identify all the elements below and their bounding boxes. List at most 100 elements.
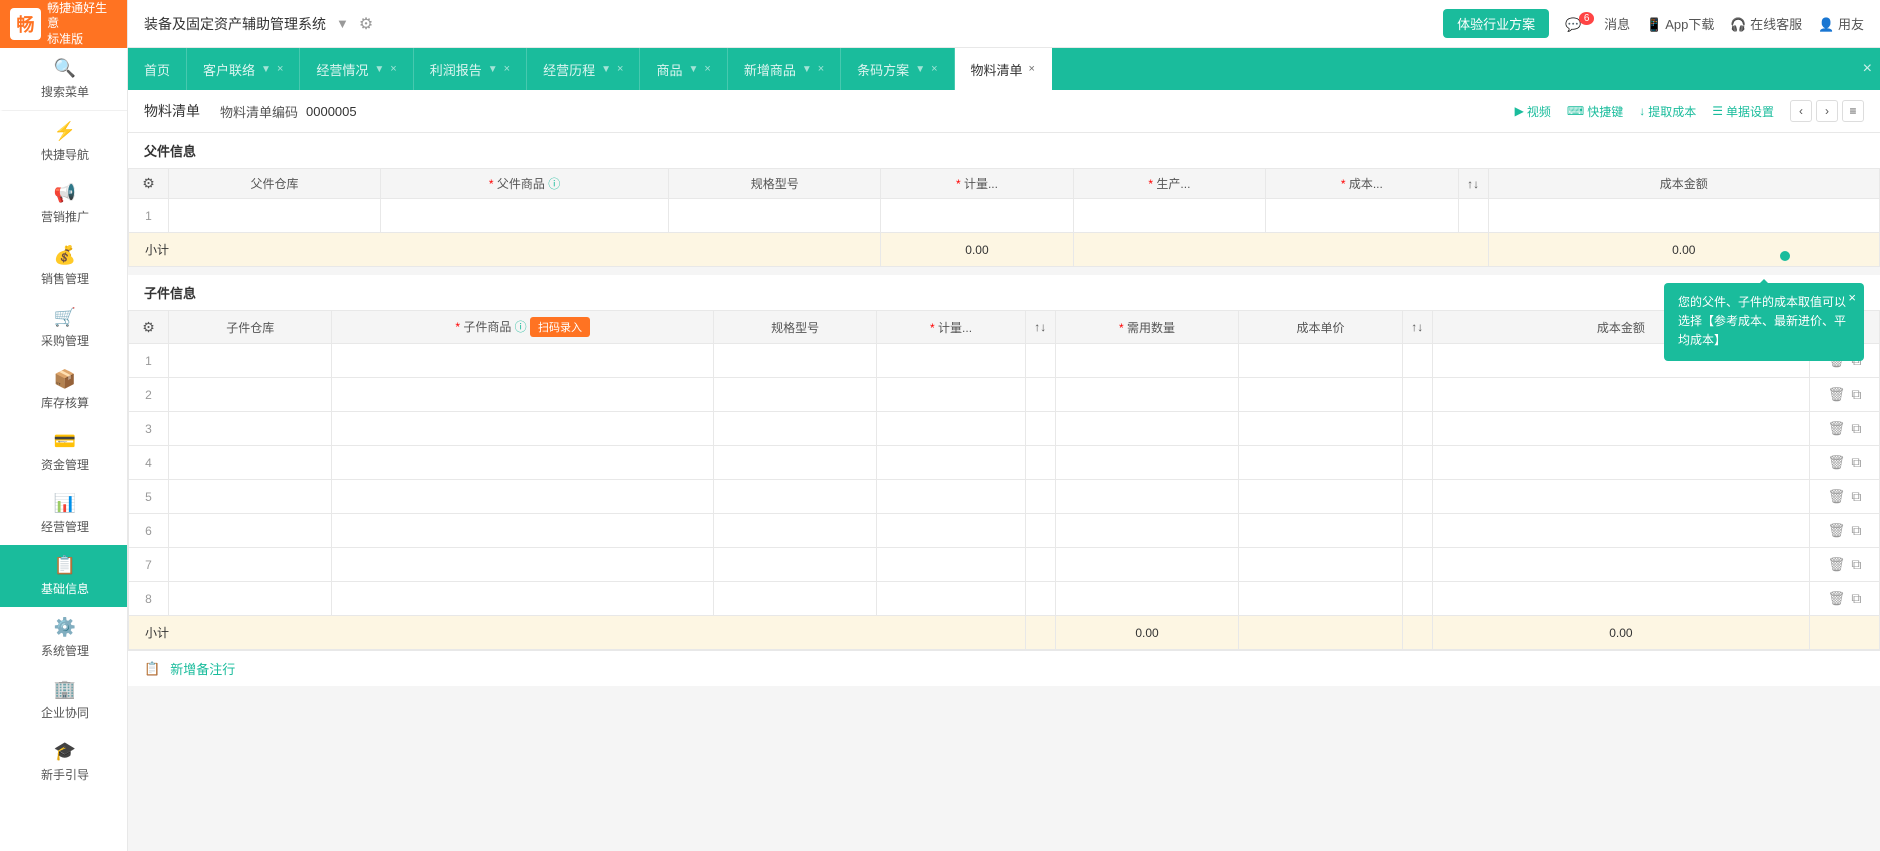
child-unit-cost-cell-1[interactable] bbox=[1239, 344, 1402, 378]
child-warehouse-cell-5[interactable] bbox=[169, 480, 332, 514]
tab-close-barcode[interactable]: × bbox=[931, 63, 937, 75]
child-warehouse-cell-7[interactable] bbox=[169, 548, 332, 582]
search-menu-item[interactable]: 🔍 搜索菜单 bbox=[0, 48, 127, 111]
next-btn[interactable]: › bbox=[1816, 100, 1838, 122]
tab-operation-history[interactable]: 经营历程 ▼ × bbox=[527, 48, 640, 90]
parent-th-settings[interactable]: ⚙ bbox=[129, 169, 169, 199]
copy-icon-7[interactable]: ⧉ bbox=[1851, 556, 1861, 573]
sidebar-item-inventory[interactable]: 📦 库存核算 bbox=[0, 359, 127, 421]
child-qty-cell-3[interactable] bbox=[1055, 412, 1239, 446]
delete-icon-4[interactable]: 🗑 bbox=[1828, 454, 1846, 471]
child-product-cell-7[interactable] bbox=[332, 548, 713, 582]
tab-close-customer[interactable]: × bbox=[277, 63, 283, 75]
extract-cost-action[interactable]: ↓ 提取成本 bbox=[1639, 103, 1696, 120]
delete-icon-7[interactable]: 🗑 bbox=[1828, 556, 1846, 573]
tooltip-close-btn[interactable]: × bbox=[1848, 288, 1856, 309]
shortcut-action[interactable]: ⌨ 快捷键 bbox=[1567, 103, 1623, 120]
child-unit-cell-6[interactable] bbox=[877, 514, 1025, 548]
prev-btn[interactable]: ‹ bbox=[1790, 100, 1812, 122]
sidebar-item-purchase[interactable]: 🛒 采购管理 bbox=[0, 297, 127, 359]
sidebar-item-system[interactable]: ⚙️ 系统管理 bbox=[0, 607, 127, 669]
child-sort-cell-5[interactable] bbox=[1025, 480, 1055, 514]
child-product-cell-5[interactable] bbox=[332, 480, 713, 514]
child-qty-cell-8[interactable] bbox=[1055, 582, 1239, 616]
child-unit-cost-cell-2[interactable] bbox=[1239, 378, 1402, 412]
sidebar-item-enterprise[interactable]: 🏢 企业协同 bbox=[0, 669, 127, 731]
parent-unit-cell[interactable] bbox=[881, 199, 1073, 233]
add-note-label[interactable]: 新增备注行 bbox=[170, 659, 235, 678]
close-all-tabs-btn[interactable]: × bbox=[1863, 60, 1872, 78]
child-product-cell-2[interactable] bbox=[332, 378, 713, 412]
tab-close-profit-report[interactable]: × bbox=[504, 63, 510, 75]
child-spec-cell-4[interactable] bbox=[713, 446, 876, 480]
child-spec-cell-6[interactable] bbox=[713, 514, 876, 548]
child-unit-cost-cell-6[interactable] bbox=[1239, 514, 1402, 548]
child-spec-cell-2[interactable] bbox=[713, 378, 876, 412]
child-qty-cell-6[interactable] bbox=[1055, 514, 1239, 548]
child-unit-cell-4[interactable] bbox=[877, 446, 1025, 480]
copy-icon-3[interactable]: ⧉ bbox=[1851, 420, 1861, 437]
sidebar-item-marketing[interactable]: 📢 营销推广 bbox=[0, 173, 127, 235]
video-action[interactable]: ▶ 视频 bbox=[1515, 103, 1551, 120]
child-warehouse-cell-6[interactable] bbox=[169, 514, 332, 548]
parent-sort-cell[interactable] bbox=[1458, 199, 1488, 233]
child-sort-cell-6[interactable] bbox=[1025, 514, 1055, 548]
scan-input-btn[interactable]: 扫码录入 bbox=[530, 317, 590, 337]
copy-icon-4[interactable]: ⧉ bbox=[1851, 454, 1861, 471]
sidebar-item-sales[interactable]: 💰 销售管理 bbox=[0, 235, 127, 297]
tab-barcode[interactable]: 条码方案 ▼ × bbox=[841, 48, 954, 90]
child-sort-cell-2[interactable] bbox=[1025, 378, 1055, 412]
single-settings-action[interactable]: ☰ 单据设置 bbox=[1712, 103, 1774, 120]
child-warehouse-cell-8[interactable] bbox=[169, 582, 332, 616]
child-unit-cell-3[interactable] bbox=[877, 412, 1025, 446]
child-spec-cell-8[interactable] bbox=[713, 582, 876, 616]
child-unit-cost-cell-8[interactable] bbox=[1239, 582, 1402, 616]
copy-icon-5[interactable]: ⧉ bbox=[1851, 488, 1861, 505]
child-unit-cost-cell-7[interactable] bbox=[1239, 548, 1402, 582]
parent-production-cell[interactable] bbox=[1073, 199, 1265, 233]
child-qty-cell-4[interactable] bbox=[1055, 446, 1239, 480]
child-qty-cell-2[interactable] bbox=[1055, 378, 1239, 412]
sidebar-item-basic-info[interactable]: 📋 基础信息 bbox=[0, 545, 127, 607]
online-service-btn[interactable]: 🎧 在线客服 bbox=[1730, 14, 1802, 33]
list-view-btn[interactable]: ≡ bbox=[1842, 100, 1864, 122]
tab-profit-report[interactable]: 利润报告 ▼ × bbox=[414, 48, 527, 90]
child-spec-cell-5[interactable] bbox=[713, 480, 876, 514]
tab-customer[interactable]: 客户联络 ▼ × bbox=[187, 48, 300, 90]
parent-cost-cell[interactable] bbox=[1266, 199, 1458, 233]
message-btn[interactable]: 💬 6 消息 bbox=[1565, 14, 1630, 33]
delete-icon-2[interactable]: 🗑 bbox=[1828, 386, 1846, 403]
child-qty-cell-5[interactable] bbox=[1055, 480, 1239, 514]
child-th-settings[interactable]: ⚙ bbox=[129, 311, 169, 344]
sidebar-item-finance[interactable]: 💳 资金管理 bbox=[0, 421, 127, 483]
child-sort-cell-7[interactable] bbox=[1025, 548, 1055, 582]
sidebar-item-operation[interactable]: 📊 经营管理 bbox=[0, 483, 127, 545]
child-warehouse-cell-1[interactable] bbox=[169, 344, 332, 378]
child-product-cell-1[interactable] bbox=[332, 344, 713, 378]
tab-bom[interactable]: 物料清单 × bbox=[955, 48, 1052, 90]
parent-product-cell[interactable] bbox=[381, 199, 669, 233]
child-warehouse-cell-4[interactable] bbox=[169, 446, 332, 480]
child-warehouse-cell-2[interactable] bbox=[169, 378, 332, 412]
child-unit-cost-cell-5[interactable] bbox=[1239, 480, 1402, 514]
delete-icon-5[interactable]: 🗑 bbox=[1828, 488, 1846, 505]
tab-close-operation-history[interactable]: × bbox=[617, 63, 623, 75]
child-sort-cell-4[interactable] bbox=[1025, 446, 1055, 480]
child-qty-cell-7[interactable] bbox=[1055, 548, 1239, 582]
child-unit-cell-2[interactable] bbox=[877, 378, 1025, 412]
delete-icon-3[interactable]: 🗑 bbox=[1828, 420, 1846, 437]
delete-icon-6[interactable]: 🗑 bbox=[1828, 522, 1846, 539]
copy-icon-2[interactable]: ⧉ bbox=[1851, 386, 1861, 403]
delete-icon-8[interactable]: 🗑 bbox=[1828, 590, 1846, 607]
child-qty-cell-1[interactable] bbox=[1055, 344, 1239, 378]
user-menu[interactable]: 👤 用友 bbox=[1818, 14, 1864, 33]
child-sort-cell-8[interactable] bbox=[1025, 582, 1055, 616]
try-btn[interactable]: 体验行业方案 bbox=[1443, 9, 1549, 38]
child-unit-cell-8[interactable] bbox=[877, 582, 1025, 616]
sidebar-item-quick-nav[interactable]: ⚡ 快捷导航 bbox=[0, 111, 127, 173]
child-sort-cell-1[interactable] bbox=[1025, 344, 1055, 378]
tab-add-goods[interactable]: 新增商品 ▼ × bbox=[728, 48, 841, 90]
tab-close-operation-status[interactable]: × bbox=[390, 63, 396, 75]
child-product-cell-3[interactable] bbox=[332, 412, 713, 446]
parent-warehouse-cell[interactable] bbox=[169, 199, 381, 233]
